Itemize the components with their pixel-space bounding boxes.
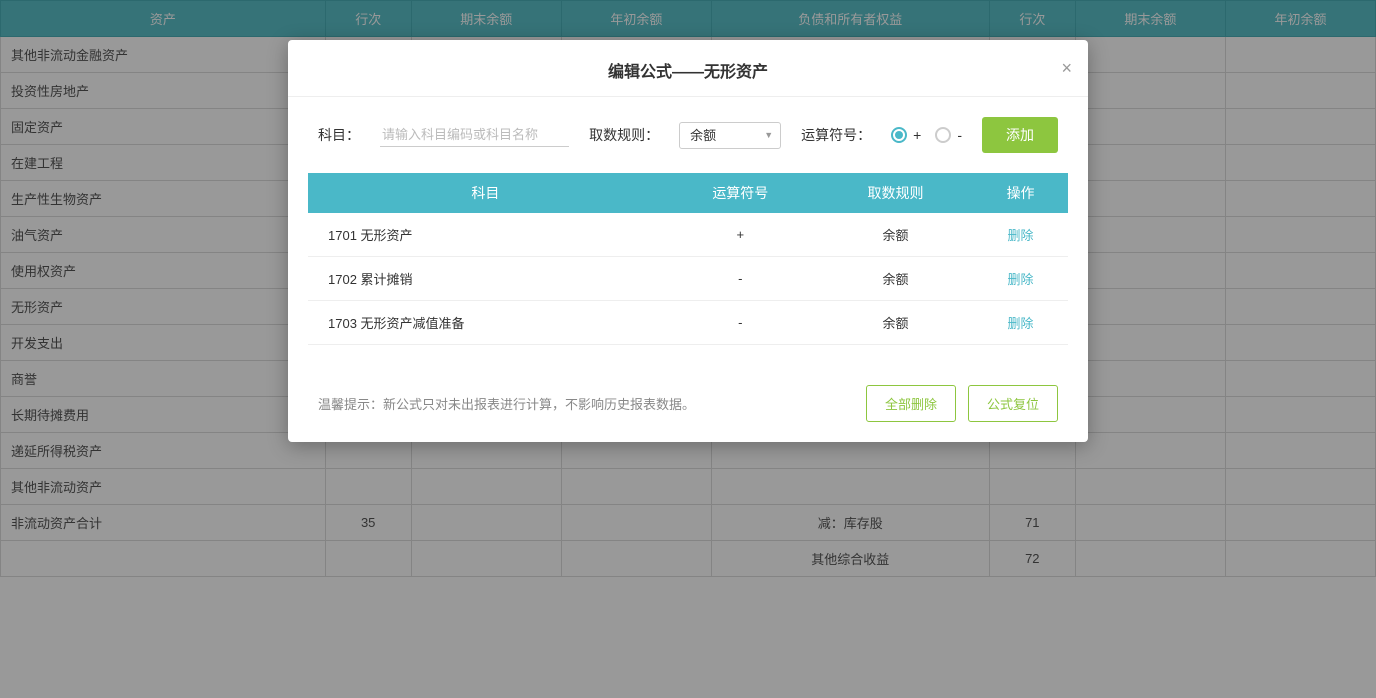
formula-rule: 余额: [818, 257, 973, 301]
reset-formula-button[interactable]: 公式复位: [968, 385, 1058, 422]
delete-link[interactable]: 删除: [1008, 316, 1034, 331]
formula-form: 科目： 取数规则： 余额 借方发生额 贷方发生额 运算符号： +: [288, 97, 1088, 173]
formula-rule: 余额: [818, 301, 973, 345]
modal-header: 编辑公式——无形资产 ×: [288, 40, 1088, 97]
formula-action: 删除: [973, 301, 1068, 345]
subject-input[interactable]: [380, 123, 569, 147]
operator-label: 运算符号：: [801, 125, 871, 145]
subject-label: 科目：: [318, 125, 360, 145]
delete-link[interactable]: 删除: [1008, 272, 1034, 287]
modal-footer: 温馨提示：新公式只对未出报表进行计算，不影响历史报表数据。 全部删除 公式复位: [288, 365, 1088, 442]
footer-buttons: 全部删除 公式复位: [866, 385, 1058, 422]
operator-minus-radio[interactable]: -: [935, 127, 962, 143]
th-action: 操作: [973, 173, 1068, 213]
formula-row: 1701 无形资产 + 余额 删除: [308, 213, 1068, 257]
radio-plus-circle: [891, 127, 907, 143]
formula-subject: 1701 无形资产: [308, 213, 663, 257]
th-operator: 运算符号: [663, 173, 818, 213]
rule-select-wrap: 余额 借方发生额 贷方发生额: [679, 122, 781, 149]
rule-select[interactable]: 余额 借方发生额 贷方发生额: [679, 122, 781, 149]
rule-label: 取数规则：: [589, 125, 659, 145]
operator-radio-group: + -: [891, 127, 962, 143]
th-rule: 取数规则: [818, 173, 973, 213]
formula-table: 科目 运算符号 取数规则 操作 1701 无形资产 + 余额 删除 1702 累…: [308, 173, 1068, 345]
formula-action: 删除: [973, 213, 1068, 257]
th-subject: 科目: [308, 173, 663, 213]
add-button[interactable]: 添加: [982, 117, 1058, 153]
formula-subject: 1702 累计摊销: [308, 257, 663, 301]
modal-close-button[interactable]: ×: [1061, 59, 1072, 77]
formula-action: 删除: [973, 257, 1068, 301]
operator-minus-label: -: [957, 127, 962, 143]
formula-row: 1702 累计摊销 - 余额 删除: [308, 257, 1068, 301]
modal-title: 编辑公式——无形资产: [608, 64, 768, 81]
radio-minus-circle: [935, 127, 951, 143]
formula-rule: 余额: [818, 213, 973, 257]
footer-tip: 温馨提示：新公式只对未出报表进行计算，不影响历史报表数据。: [318, 394, 695, 413]
formula-row: 1703 无形资产减值准备 - 余额 删除: [308, 301, 1068, 345]
edit-formula-modal: 编辑公式——无形资产 × 科目： 取数规则： 余额 借方发生额 贷方发生额 运算…: [288, 40, 1088, 442]
modal-overlay: 编辑公式——无形资产 × 科目： 取数规则： 余额 借方发生额 贷方发生额 运算…: [0, 0, 1376, 698]
formula-operator: +: [663, 213, 818, 257]
operator-plus-label: +: [913, 127, 921, 143]
operator-plus-radio[interactable]: +: [891, 127, 921, 143]
formula-table-wrap: 科目 运算符号 取数规则 操作 1701 无形资产 + 余额 删除 1702 累…: [288, 173, 1088, 345]
delete-link[interactable]: 删除: [1008, 228, 1034, 243]
formula-subject: 1703 无形资产减值准备: [308, 301, 663, 345]
table-header-row: 科目 运算符号 取数规则 操作: [308, 173, 1068, 213]
delete-all-button[interactable]: 全部删除: [866, 385, 956, 422]
formula-operator: -: [663, 257, 818, 301]
formula-operator: -: [663, 301, 818, 345]
